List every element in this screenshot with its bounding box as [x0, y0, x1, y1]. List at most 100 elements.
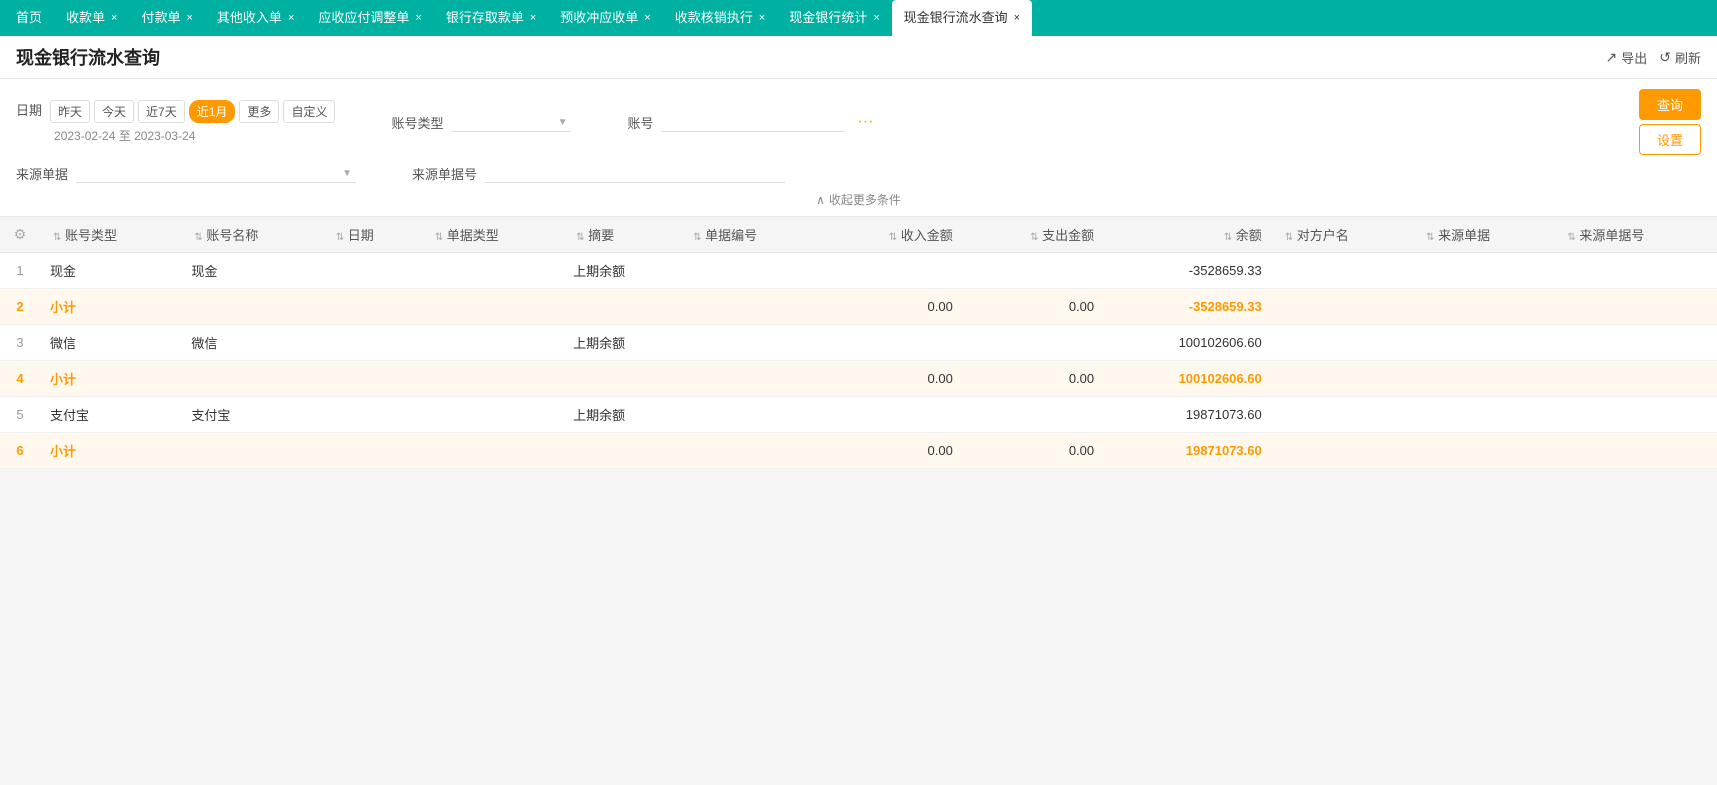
column-source-doc[interactable]: ⇅ 来源单据 — [1413, 217, 1554, 253]
account-input[interactable] — [661, 112, 845, 132]
cell-income — [821, 397, 962, 433]
sort-icon: ⇅ — [1224, 232, 1232, 243]
cell-doc-no — [680, 361, 821, 397]
column-source-doc-no[interactable]: ⇅ 来源单据号 — [1554, 217, 1717, 253]
settings-button[interactable]: 设置 — [1639, 124, 1701, 155]
nav-label-cash-flow: 现金银行流水查询 — [904, 0, 1008, 36]
cell-expense — [963, 325, 1104, 361]
column-doc-type[interactable]: ⇅ 单据类型 — [422, 217, 563, 253]
top-navigation: 首页 收款单 × 付款单 × 其他收入单 × 应收应付调整单 × 银行存取款单 … — [0, 0, 1717, 36]
table-row: 3 微信 微信 上期余额 100102606.60 — [0, 325, 1717, 361]
table-row: 4 小计 0.00 0.00 100102606.60 — [0, 361, 1717, 397]
nav-label-cash-stats: 现金银行统计 — [789, 0, 867, 36]
row-number: 1 — [0, 253, 40, 289]
column-counterpart[interactable]: ⇅ 对方户名 — [1272, 217, 1413, 253]
column-balance[interactable]: ⇅ 余额 — [1104, 217, 1272, 253]
date-range-display: 2023-02-24 至 2023-03-24 — [54, 127, 335, 144]
nav-item-collection[interactable]: 收款核销执行 × — [663, 0, 777, 36]
table-header-row: ⚙ ⇅ 账号类型 ⇅ 账号名称 ⇅ 日期 ⇅ 单据类型 — [0, 217, 1717, 253]
close-icon[interactable]: × — [1014, 0, 1020, 36]
page-title: 现金银行流水查询 — [16, 44, 160, 70]
column-doc-no[interactable]: ⇅ 单据编号 — [680, 217, 821, 253]
cell-expense: 0.00 — [963, 361, 1104, 397]
nav-item-other-income[interactable]: 其他收入单 × — [205, 0, 306, 36]
cell-doc-no — [680, 397, 821, 433]
account-type-select-wrapper: 现金 微信 支付宝 ▼ — [451, 112, 571, 132]
date-btn-1month[interactable]: 近1月 — [189, 100, 236, 123]
cell-doc-no — [680, 289, 821, 325]
date-label: 日期 — [16, 100, 42, 119]
nav-label-prepay: 预收冲应收单 — [560, 0, 638, 36]
column-date[interactable]: ⇅ 日期 — [323, 217, 422, 253]
query-button[interactable]: 查询 — [1639, 89, 1701, 120]
cell-summary — [563, 361, 680, 397]
cell-counterpart — [1272, 253, 1413, 289]
nav-item-payment[interactable]: 付款单 × — [129, 0, 204, 36]
nav-label-payment: 付款单 — [141, 0, 180, 36]
row-number: 5 — [0, 397, 40, 433]
nav-item-home[interactable]: 首页 — [4, 0, 54, 36]
sort-icon: ⇅ — [1285, 232, 1293, 243]
column-income[interactable]: ⇅ 收入金额 — [821, 217, 962, 253]
nav-label-adjustment: 应收应付调整单 — [318, 0, 409, 36]
date-btn-today[interactable]: 今天 — [94, 100, 134, 123]
source-doc-no-input[interactable] — [485, 163, 785, 183]
cell-source-doc — [1413, 433, 1554, 469]
column-account-name[interactable]: ⇅ 账号名称 — [181, 217, 322, 253]
cell-income: 0.00 — [821, 289, 962, 325]
cell-income: 0.00 — [821, 361, 962, 397]
close-icon[interactable]: × — [644, 0, 650, 36]
cell-account-type: 微信 — [40, 325, 181, 361]
cell-account-name — [181, 289, 322, 325]
refresh-button[interactable]: ↺ 刷新 — [1659, 48, 1701, 67]
close-icon[interactable]: × — [288, 0, 294, 36]
source-doc-select-wrapper: ▼ — [76, 163, 356, 183]
date-btn-more[interactable]: 更多 — [239, 100, 279, 123]
cell-date — [323, 289, 422, 325]
date-btn-yesterday[interactable]: 昨天 — [50, 100, 90, 123]
close-icon[interactable]: × — [759, 0, 765, 36]
collapse-bar[interactable]: ∧ 收起更多条件 — [16, 191, 1701, 208]
filter-row-1: 日期 昨天 今天 近7天 近1月 更多 自定义 2023-02-24 至 202… — [16, 89, 1701, 155]
gear-icon[interactable]: ⚙ — [14, 226, 27, 242]
close-icon[interactable]: × — [111, 0, 117, 36]
cell-doc-no — [680, 325, 821, 361]
close-icon[interactable]: × — [186, 0, 192, 36]
cell-doc-type — [422, 253, 563, 289]
nav-item-prepay[interactable]: 预收冲应收单 × — [548, 0, 662, 36]
export-icon: ↗ — [1606, 49, 1618, 66]
cell-account-type: 小计 — [40, 433, 181, 469]
date-btn-custom[interactable]: 自定义 — [283, 100, 335, 123]
nav-item-receipt[interactable]: 收款单 × — [54, 0, 129, 36]
date-btn-7days[interactable]: 近7天 — [138, 100, 185, 123]
nav-item-cash-flow[interactable]: 现金银行流水查询 × — [892, 0, 1032, 36]
table-row: 5 支付宝 支付宝 上期余额 19871073.60 — [0, 397, 1717, 433]
close-icon[interactable]: × — [873, 0, 879, 36]
cell-account-type: 小计 — [40, 289, 181, 325]
close-icon[interactable]: × — [415, 0, 421, 36]
cell-balance: 19871073.60 — [1104, 433, 1272, 469]
account-dots-button[interactable]: ··· — [853, 113, 877, 131]
sort-icon: ⇅ — [194, 232, 202, 243]
data-table-container: ⚙ ⇅ 账号类型 ⇅ 账号名称 ⇅ 日期 ⇅ 单据类型 — [0, 217, 1717, 469]
column-expense[interactable]: ⇅ 支出金额 — [963, 217, 1104, 253]
close-icon[interactable]: × — [530, 0, 536, 36]
cell-date — [323, 253, 422, 289]
header-actions: ↗ 导出 ↺ 刷新 — [1606, 48, 1702, 67]
refresh-icon: ↺ — [1659, 49, 1671, 66]
account-label: 账号 — [627, 113, 653, 132]
column-summary[interactable]: ⇅ 摘要 — [563, 217, 680, 253]
account-type-select[interactable]: 现金 微信 支付宝 — [451, 112, 571, 132]
refresh-label: 刷新 — [1675, 48, 1701, 67]
nav-item-bank-deposit[interactable]: 银行存取款单 × — [434, 0, 548, 36]
column-account-type[interactable]: ⇅ 账号类型 — [40, 217, 181, 253]
date-filter-group: 日期 昨天 今天 近7天 近1月 更多 自定义 2023-02-24 至 202… — [16, 100, 335, 144]
export-button[interactable]: ↗ 导出 — [1606, 48, 1648, 67]
column-gear[interactable]: ⚙ — [0, 217, 40, 253]
cell-source-doc — [1413, 289, 1554, 325]
nav-item-adjustment[interactable]: 应收应付调整单 × — [306, 0, 433, 36]
cell-doc-no — [680, 433, 821, 469]
nav-item-cash-stats[interactable]: 现金银行统计 × — [777, 0, 891, 36]
source-doc-select[interactable] — [76, 163, 356, 183]
cell-doc-type — [422, 433, 563, 469]
